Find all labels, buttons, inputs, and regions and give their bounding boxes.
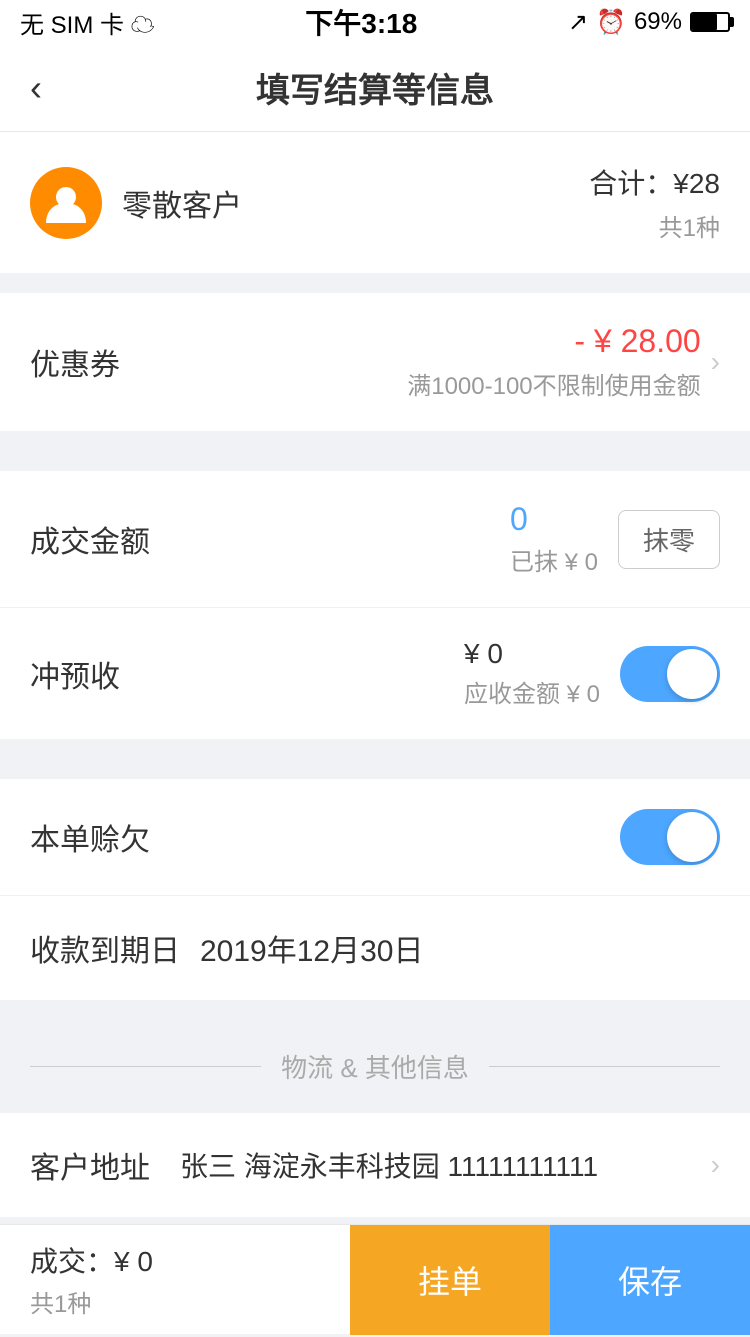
debit-row: 本单赊欠 (0, 779, 750, 895)
divider-line-left (30, 1066, 261, 1067)
section-divider-2 (0, 759, 750, 779)
bottom-count: 共1种 (30, 1284, 320, 1319)
bottom-deal-row: 成交：¥ 0 (30, 1240, 320, 1280)
deal-amount-row: 成交金额 0 已抹 ¥ 0 抹零 (0, 471, 750, 608)
deal-amount-info: 0 已抹 ¥ 0 (510, 501, 598, 577)
deal-amount-right: 0 已抹 ¥ 0 抹零 (510, 501, 720, 577)
debit-toggle[interactable] (620, 809, 720, 865)
prepayment-amount: ¥ 0 (464, 638, 600, 670)
battery-percent: 69% (634, 8, 682, 36)
status-right: ↗ ⏰ 69% (568, 8, 730, 37)
bottom-deal-amount: ¥ 0 (114, 1246, 153, 1277)
bottom-bar: 成交：¥ 0 共1种 挂单 保存 (0, 1224, 750, 1334)
prepayment-row: 冲预收 ¥ 0 应收金额 ¥ 0 (0, 608, 750, 739)
address-value: 张三 海淀永丰科技园 11111111111 (180, 1145, 681, 1185)
status-left: 无 SIM 卡 ☁ (20, 5, 155, 40)
battery-icon (690, 12, 730, 32)
customer-count: 共1种 (589, 208, 720, 243)
customer-right: 合计：¥28 共1种 (589, 162, 720, 243)
logistics-label: 物流 & 其他信息 (281, 1048, 469, 1085)
nav-bar: ‹ 填写结算等信息 (0, 44, 750, 132)
address-label: 客户地址 (30, 1143, 150, 1187)
debit-label: 本单赊欠 (30, 815, 150, 859)
due-date-label: 收款到期日 (30, 926, 180, 970)
customer-section: 零散客户 合计：¥28 共1种 (0, 132, 750, 273)
prepayment-right: ¥ 0 应收金额 ¥ 0 (464, 638, 720, 709)
coupon-right: - ¥ 28.00 满1000-100不限制使用金额 › (407, 323, 720, 401)
logistics-divider: 物流 & 其他信息 (0, 1020, 750, 1113)
divider-line-right (489, 1066, 720, 1067)
prepayment-info: ¥ 0 应收金额 ¥ 0 (464, 638, 600, 709)
coupon-section[interactable]: 优惠券 - ¥ 28.00 满1000-100不限制使用金额 › (0, 293, 750, 431)
coupon-amount: - ¥ 28.00 (407, 323, 700, 360)
customer-total: 合计：¥28 (589, 162, 720, 202)
user-avatar-icon (42, 179, 90, 227)
prepayment-toggle[interactable] (620, 646, 720, 702)
coupon-info: - ¥ 28.00 满1000-100不限制使用金额 (407, 323, 700, 401)
coupon-desc: 满1000-100不限制使用金额 (407, 366, 700, 401)
debit-section: 本单赊欠 收款到期日 2019年12月30日 (0, 779, 750, 1000)
location-icon: ↗ (568, 8, 588, 37)
content-area: 零散客户 合计：¥28 共1种 优惠券 - ¥ 28.00 满1000-100不… (0, 132, 750, 1337)
bottom-deal-label: 成交： (30, 1246, 114, 1277)
avatar (30, 167, 102, 239)
status-time: 下午3:18 (305, 2, 417, 42)
customer-left: 零散客户 (30, 167, 242, 239)
hang-button[interactable]: 挂单 (350, 1225, 550, 1335)
prepayment-sub: 应收金额 ¥ 0 (464, 674, 600, 709)
prepayment-label: 冲预收 (30, 652, 120, 696)
deal-amount-value: 0 (510, 501, 598, 538)
status-bar: 无 SIM 卡 ☁ 下午3:18 ↗ ⏰ 69% (0, 0, 750, 44)
deal-amount-sub: 已抹 ¥ 0 (510, 542, 598, 577)
due-date-value: 2019年12月30日 (200, 926, 423, 970)
coupon-chevron-icon: › (711, 346, 720, 378)
customer-name: 零散客户 (122, 181, 242, 225)
section-divider-1 (0, 451, 750, 471)
deal-amount-label: 成交金额 (30, 517, 150, 561)
debit-toggle-knob (667, 812, 717, 862)
alarm-icon: ⏰ (596, 8, 626, 37)
toggle-knob (667, 649, 717, 699)
bottom-info: 成交：¥ 0 共1种 (0, 1240, 350, 1319)
page-title: 填写结算等信息 (256, 63, 494, 112)
sim-label: 无 SIM 卡 ☁ (20, 5, 155, 40)
due-date-row: 收款到期日 2019年12月30日 (0, 895, 750, 1000)
round-button[interactable]: 抹零 (618, 510, 720, 569)
deal-amount-section: 成交金额 0 已抹 ¥ 0 抹零 冲预收 ¥ 0 应收金额 ¥ 0 (0, 471, 750, 739)
save-button[interactable]: 保存 (550, 1225, 750, 1335)
coupon-label: 优惠券 (30, 340, 120, 384)
address-chevron-icon: › (711, 1149, 720, 1181)
address-section[interactable]: 客户地址 张三 海淀永丰科技园 11111111111 › (0, 1113, 750, 1217)
back-button[interactable]: ‹ (30, 67, 42, 109)
